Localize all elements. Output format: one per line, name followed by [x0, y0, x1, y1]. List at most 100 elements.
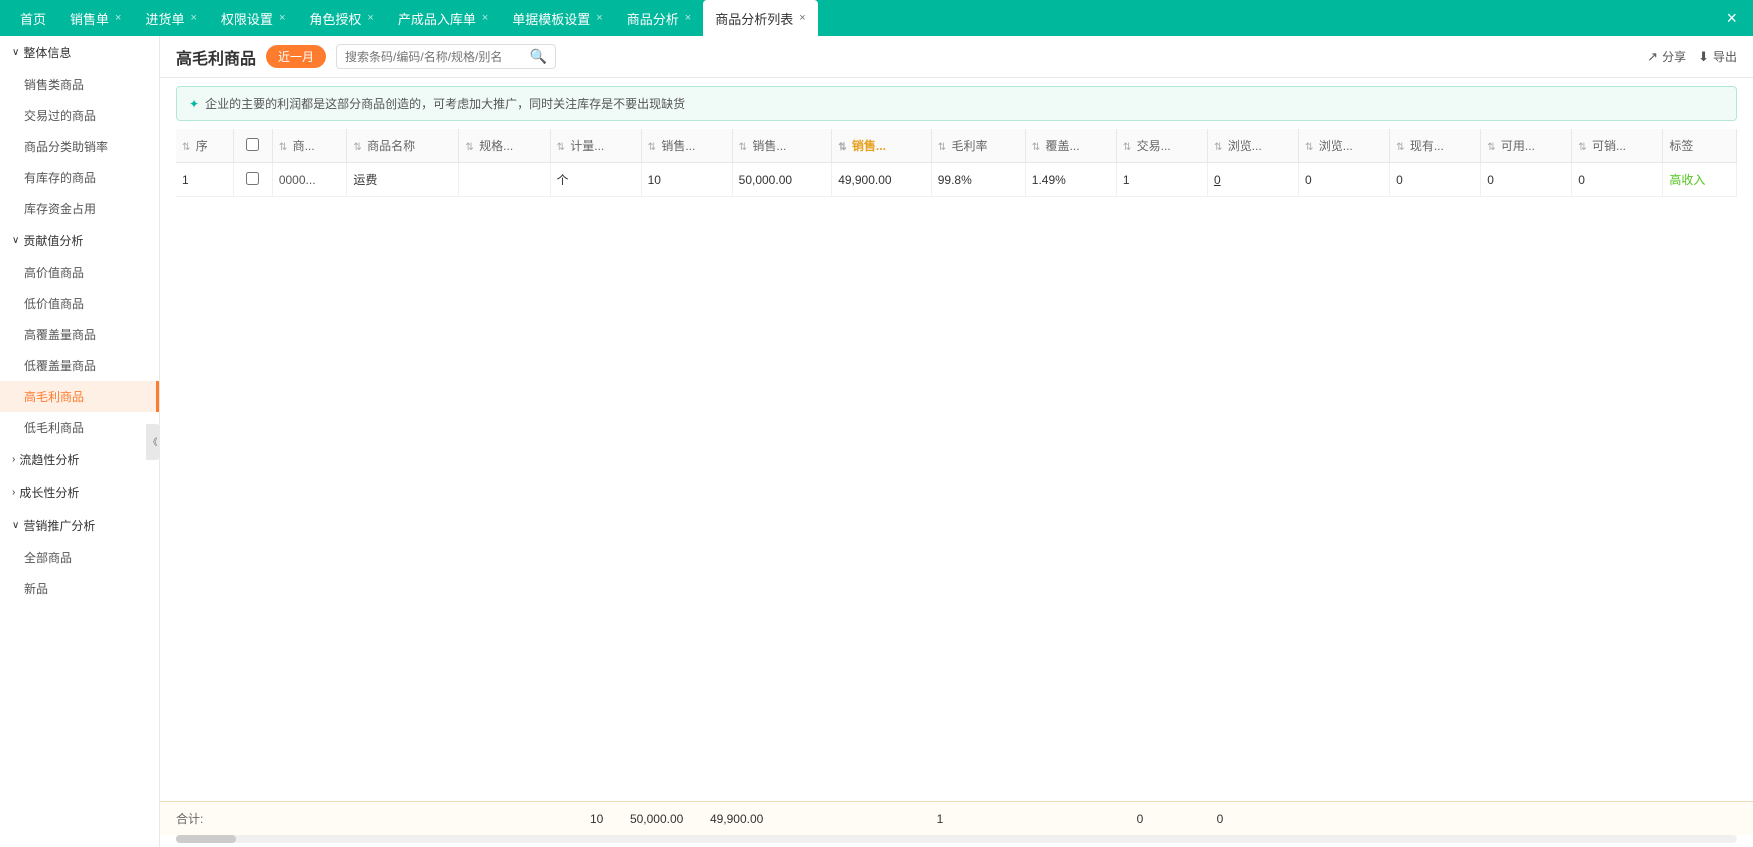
- cell-sales1: 10: [641, 163, 732, 197]
- col-coverage[interactable]: ⇅ 覆盖...: [1025, 129, 1116, 163]
- cell-current: 0: [1390, 163, 1481, 197]
- col-name[interactable]: ⇅ 商品名称: [347, 129, 459, 163]
- cell-saleable: 0: [1572, 163, 1663, 197]
- select-all-checkbox[interactable]: [246, 138, 259, 151]
- row-checkbox[interactable]: [246, 172, 259, 185]
- sidebar-item-new-goods[interactable]: 新品: [0, 573, 159, 604]
- header-actions: ↗ 分享 ⬇ 导出: [1647, 48, 1737, 65]
- sidebar-item-low-value[interactable]: 低价值商品: [0, 288, 159, 319]
- close-product-analysis-list-tab[interactable]: ×: [799, 12, 805, 24]
- info-icon: ✦: [189, 97, 199, 111]
- col-sales2[interactable]: ⇅ 销售...: [732, 129, 832, 163]
- footer-trade: 1: [883, 812, 963, 826]
- export-button[interactable]: ⬇ 导出: [1698, 48, 1737, 65]
- col-unit[interactable]: ⇅ 计量...: [550, 129, 641, 163]
- col-sales1[interactable]: ⇅ 销售...: [641, 129, 732, 163]
- table-footer: 合计: 10 50,000.00 49,900.00 1 0 0: [160, 801, 1753, 835]
- sidebar-item-sales-goods[interactable]: 销售类商品: [0, 69, 159, 100]
- col-tag[interactable]: 标签: [1663, 129, 1737, 163]
- cell-code[interactable]: 0000...: [272, 163, 347, 197]
- sidebar-item-all-goods[interactable]: 全部商品: [0, 542, 159, 573]
- search-box: 🔍: [336, 44, 556, 69]
- sidebar-item-high-margin[interactable]: 高毛利商品: [0, 381, 159, 412]
- col-code[interactable]: ⇅ 商...: [272, 129, 347, 163]
- search-input[interactable]: [345, 50, 530, 64]
- sidebar-item-category-rate[interactable]: 商品分类助销率: [0, 131, 159, 162]
- nav-item-purchase[interactable]: 进货单 ×: [133, 0, 208, 36]
- cell-sales2: 50,000.00: [732, 163, 832, 197]
- sidebar-item-high-coverage[interactable]: 高覆盖量商品: [0, 319, 159, 350]
- nav-item-product-in[interactable]: 产成品入库单 ×: [386, 0, 500, 36]
- col-sales3[interactable]: ⇅ 销售...: [832, 129, 932, 163]
- col-checkbox[interactable]: [233, 129, 272, 163]
- arrow-overall: ∨: [12, 47, 19, 58]
- col-browse1[interactable]: ⇅ 浏览...: [1207, 129, 1298, 163]
- info-banner: ✦ 企业的主要的利润都是这部分商品创造的，可考虑加大推广，同时关注库存是不要出现…: [176, 86, 1737, 121]
- sidebar-group-marketing[interactable]: ∨ 营销推广分析: [0, 509, 159, 542]
- cell-tag: 高收入: [1663, 163, 1737, 197]
- close-role-tab[interactable]: ×: [367, 12, 373, 24]
- close-template-tab[interactable]: ×: [596, 12, 602, 24]
- sidebar-collapse-btn[interactable]: 《: [146, 424, 160, 460]
- footer-sales2: 50,000.00: [623, 812, 703, 826]
- sidebar-group-contribution[interactable]: ∨ 贡献值分析: [0, 224, 159, 257]
- share-icon: ↗: [1647, 49, 1658, 65]
- cell-coverage: 1.49%: [1025, 163, 1116, 197]
- nav-close-all[interactable]: ×: [1718, 8, 1745, 29]
- col-current[interactable]: ⇅ 现有...: [1390, 129, 1481, 163]
- horizontal-scrollbar[interactable]: [176, 835, 1737, 843]
- col-saleable[interactable]: ⇅ 可销...: [1572, 129, 1663, 163]
- col-spec[interactable]: ⇅ 规格...: [459, 129, 550, 163]
- cell-trade: 1: [1116, 163, 1207, 197]
- col-seq: ⇅ 序: [176, 129, 233, 163]
- footer-sales1: 10: [543, 812, 623, 826]
- footer-saleable: 0: [1163, 812, 1243, 826]
- sidebar-item-stock-capital[interactable]: 库存资金占用: [0, 193, 159, 224]
- sidebar-item-low-coverage[interactable]: 低覆盖量商品: [0, 350, 159, 381]
- share-button[interactable]: ↗ 分享: [1647, 48, 1686, 65]
- col-trade[interactable]: ⇅ 交易...: [1116, 129, 1207, 163]
- nav-item-role[interactable]: 角色授权 ×: [297, 0, 385, 36]
- cell-sales3: 49,900.00: [832, 163, 932, 197]
- content-header: 高毛利商品 近一月 🔍 ↗ 分享 ⬇ 导出: [160, 36, 1753, 78]
- filter-recent-month[interactable]: 近一月: [266, 45, 326, 68]
- col-available[interactable]: ⇅ 可用...: [1481, 129, 1572, 163]
- close-purchase-tab[interactable]: ×: [190, 12, 196, 24]
- scrollbar-thumb[interactable]: [176, 835, 236, 843]
- cell-gross-rate: 99.8%: [931, 163, 1025, 197]
- footer-sales3: 49,900.00: [703, 812, 783, 826]
- nav-item-home[interactable]: 首页: [8, 0, 58, 36]
- nav-item-product-analysis-list[interactable]: 商品分析列表 ×: [703, 0, 817, 36]
- close-sales-tab[interactable]: ×: [115, 12, 121, 24]
- product-table: ⇅ 序 ⇅ 商... ⇅ 商品名称: [176, 129, 1737, 197]
- arrow-trend: ›: [12, 454, 15, 465]
- sidebar-item-high-value[interactable]: 高价值商品: [0, 257, 159, 288]
- arrow-growth: ›: [12, 487, 15, 498]
- sidebar-item-traded-goods[interactable]: 交易过的商品: [0, 100, 159, 131]
- nav-item-sales[interactable]: 销售单 ×: [58, 0, 133, 36]
- cell-name: 运费: [347, 163, 459, 197]
- cell-unit: 个: [550, 163, 641, 197]
- table-header-row: ⇅ 序 ⇅ 商... ⇅ 商品名称: [176, 129, 1737, 163]
- footer-available: 0: [1083, 812, 1163, 826]
- sidebar-group-overall[interactable]: ∨ 整体信息: [0, 36, 159, 69]
- sidebar-group-growth[interactable]: › 成长性分析: [0, 476, 159, 509]
- main-layout: ∨ 整体信息 销售类商品 交易过的商品 商品分类助销率 有库存的商品 库存资金占…: [0, 36, 1753, 847]
- nav-item-product-analysis[interactable]: 商品分析 ×: [615, 0, 703, 36]
- page-title: 高毛利商品: [176, 45, 256, 69]
- sidebar-item-low-margin[interactable]: 低毛利商品: [0, 412, 159, 443]
- close-product-analysis-tab[interactable]: ×: [685, 12, 691, 24]
- search-icon[interactable]: 🔍: [530, 48, 547, 65]
- table-row: 1 0000... 运费 个 10 50,000.00 49,900.00 99…: [176, 163, 1737, 197]
- close-product-in-tab[interactable]: ×: [482, 12, 488, 24]
- sidebar-item-in-stock[interactable]: 有库存的商品: [0, 162, 159, 193]
- sidebar: ∨ 整体信息 销售类商品 交易过的商品 商品分类助销率 有库存的商品 库存资金占…: [0, 36, 160, 847]
- nav-item-permission[interactable]: 权限设置 ×: [209, 0, 297, 36]
- col-browse2[interactable]: ⇅ 浏览...: [1299, 129, 1390, 163]
- cell-browse1[interactable]: 0: [1207, 163, 1298, 197]
- cell-checkbox[interactable]: [233, 163, 272, 197]
- sidebar-group-trend[interactable]: › 流趋性分析: [0, 443, 159, 476]
- close-permission-tab[interactable]: ×: [279, 12, 285, 24]
- col-gross-rate[interactable]: ⇅ 毛利率: [931, 129, 1025, 163]
- nav-item-template[interactable]: 单据模板设置 ×: [500, 0, 614, 36]
